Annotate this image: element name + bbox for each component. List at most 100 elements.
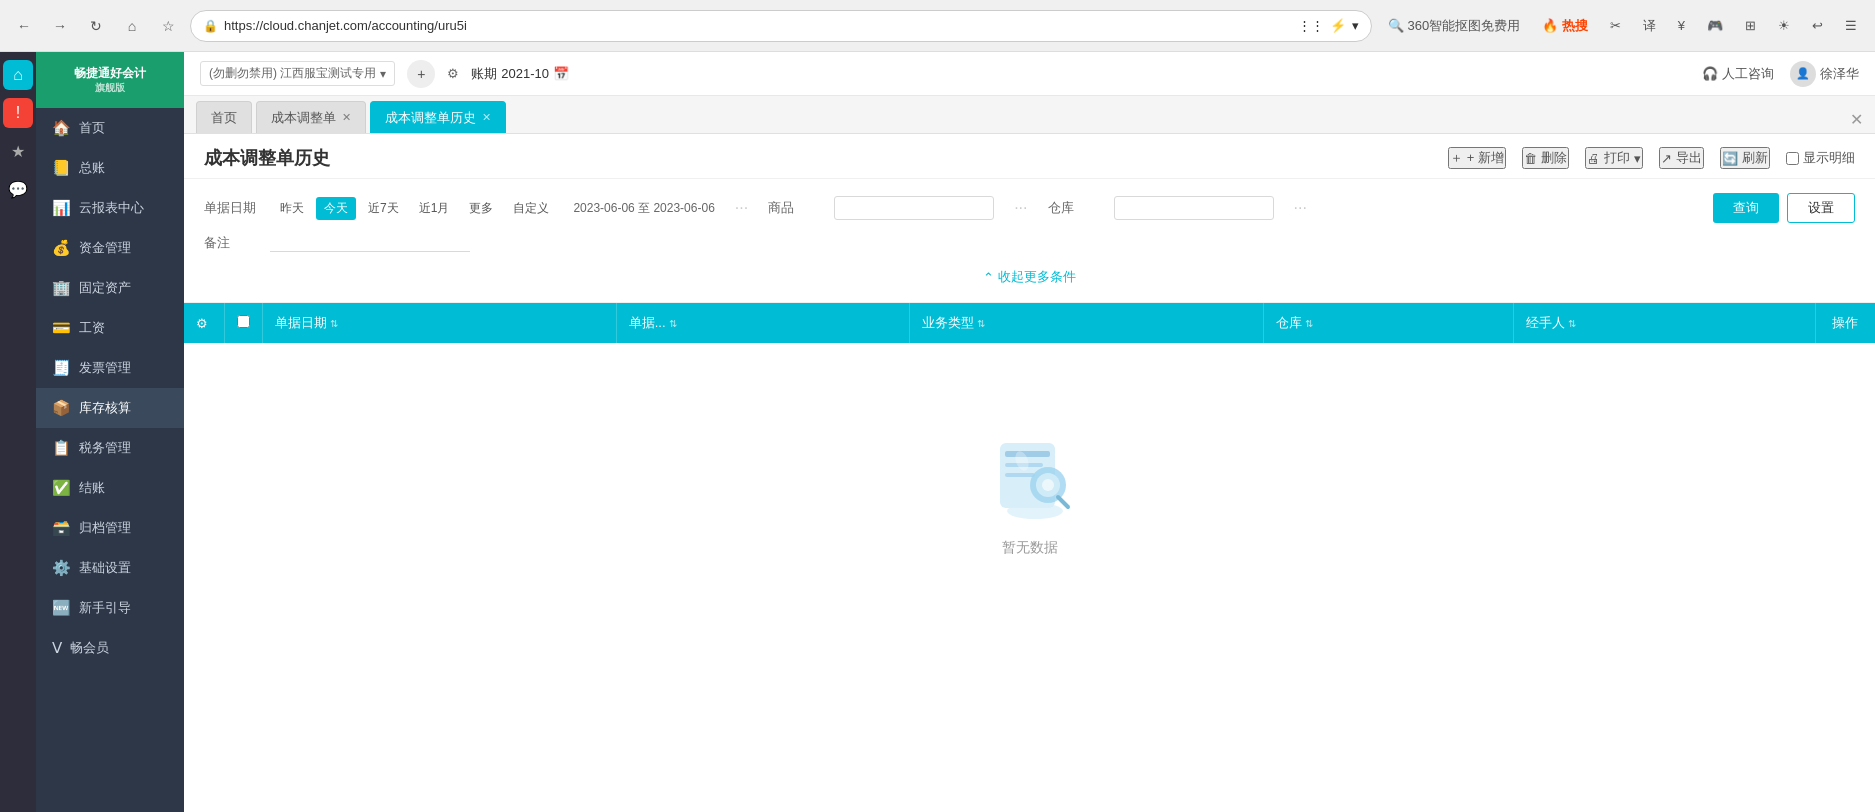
search-btn[interactable]: 🔍 360智能抠图免费用 [1380, 13, 1528, 39]
sidebar-item-funds[interactable]: 💰 资金管理 [36, 228, 184, 268]
back-button[interactable]: ← [10, 12, 38, 40]
account-period: 账期 2021-10 📅 [471, 65, 569, 83]
home-button[interactable]: ⌂ [118, 12, 146, 40]
sidebar-item-inventory[interactable]: 📦 库存核算 [36, 388, 184, 428]
date-btn-custom[interactable]: 自定义 [505, 197, 557, 220]
translate-btn[interactable]: 译 [1635, 13, 1664, 39]
settings-button[interactable]: 设置 [1787, 193, 1855, 223]
settings-icon: ⚙️ [52, 559, 71, 577]
salary-icon: 💳 [52, 319, 71, 337]
warehouse-filter-input[interactable] [1114, 196, 1274, 220]
date-btn-today[interactable]: 今天 [316, 197, 356, 220]
date-btn-more[interactable]: 更多 [461, 197, 501, 220]
sidebar-item-salary[interactable]: 💳 工资 [36, 308, 184, 348]
bookmark-button[interactable]: ☆ [154, 12, 182, 40]
icon-bar-home[interactable]: ⌂ [3, 60, 33, 90]
tab-cost-adjust-close[interactable]: ✕ [342, 111, 351, 124]
menu-btn[interactable]: ☰ [1837, 14, 1865, 37]
period-value: 2021-10 [501, 66, 549, 81]
sidebar-item-invoice[interactable]: 🧾 发票管理 [36, 348, 184, 388]
sidebar-label-guide: 新手引导 [79, 599, 131, 617]
query-button[interactable]: 查询 [1713, 193, 1779, 223]
sort-arrows-biztype[interactable]: ⇅ [977, 318, 985, 329]
top-bar-right: 🎧 人工咨询 👤 徐泽华 [1702, 61, 1859, 87]
collapse-button[interactable]: ⌃ 收起更多条件 [204, 262, 1855, 292]
delete-button[interactable]: 🗑 删除 [1522, 147, 1569, 169]
date-btn-yesterday[interactable]: 昨天 [272, 197, 312, 220]
sidebar-logo: 畅捷通好会计 旗舰版 [36, 52, 184, 108]
note-filter-input[interactable] [270, 233, 470, 252]
th-biztype: 业务类型 ⇅ [909, 303, 1263, 343]
sidebar-item-archive[interactable]: 🗃️ 归档管理 [36, 508, 184, 548]
browser-bar: ← → ↻ ⌂ ☆ 🔒 https://cloud.chanjet.com/ac… [0, 0, 1875, 52]
close-accounts-icon: ✅ [52, 479, 71, 497]
tab-home[interactable]: 首页 [196, 101, 252, 133]
th-date: 单据日期 ⇅ [262, 303, 616, 343]
sidebar-item-settings[interactable]: ⚙️ 基础设置 [36, 548, 184, 588]
print-button[interactable]: 🖨 打印 ▾ [1585, 147, 1643, 169]
sidebar-item-assets[interactable]: 🏢 固定资产 [36, 268, 184, 308]
date-btn-1month[interactable]: 近1月 [411, 197, 458, 220]
refresh-button[interactable]: 🔄 刷新 [1720, 147, 1770, 169]
goods-filter-input[interactable] [834, 196, 994, 220]
tab-cost-history-close[interactable]: ✕ [482, 111, 491, 124]
add-button[interactable]: ＋ + 新增 [1448, 147, 1506, 169]
user-info[interactable]: 👤 徐泽华 [1790, 61, 1859, 87]
wallet-btn[interactable]: ¥ [1670, 14, 1693, 37]
date-filter-label: 单据日期 [204, 199, 256, 217]
window-close-button[interactable]: ✕ [1850, 110, 1863, 129]
sidebar-item-guide[interactable]: 🆕 新手引导 [36, 588, 184, 628]
sidebar-item-reports[interactable]: 📊 云报表中心 [36, 188, 184, 228]
sort-arrows-handler[interactable]: ⇅ [1568, 318, 1576, 329]
light-btn[interactable]: ☀ [1770, 14, 1798, 37]
svg-line-8 [1058, 497, 1068, 507]
icon-bar-star[interactable]: ★ [3, 136, 33, 166]
sidebar-label-close: 结账 [79, 479, 105, 497]
sort-arrows-date[interactable]: ⇅ [330, 318, 338, 329]
sidebar-item-vip[interactable]: Ⅴ 畅会员 [36, 628, 184, 668]
service-button[interactable]: 🎧 人工咨询 [1702, 65, 1774, 83]
company-dropdown-icon: ▾ [380, 67, 386, 81]
tab-cost-adjust[interactable]: 成本调整单 ✕ [256, 101, 366, 133]
display-checkbox[interactable] [1786, 152, 1799, 165]
select-all-checkbox[interactable] [237, 315, 250, 328]
page-actions: ＋ + 新增 🗑 删除 🖨 打印 ▾ ↗ 导出 [1448, 147, 1855, 169]
add-tab-button[interactable]: + [407, 60, 435, 88]
grid-btn[interactable]: ⊞ [1737, 14, 1764, 37]
sidebar-item-home[interactable]: 🏠 首页 [36, 108, 184, 148]
export-button[interactable]: ↗ 导出 [1659, 147, 1704, 169]
reload-button[interactable]: ↻ [82, 12, 110, 40]
date-btn-7days[interactable]: 近7天 [360, 197, 407, 220]
refresh-label: 刷新 [1742, 149, 1768, 167]
forward-button[interactable]: → [46, 12, 74, 40]
icon-bar-chat[interactable]: 💬 [3, 174, 33, 204]
note-filter-label: 备注 [204, 234, 254, 252]
th-checkbox[interactable] [224, 303, 262, 343]
game-btn[interactable]: 🎮 [1699, 14, 1731, 37]
tab-cost-history[interactable]: 成本调整单历史 ✕ [370, 101, 506, 133]
th-handler: 经手人 ⇅ [1513, 303, 1815, 343]
sort-arrows-warehouse[interactable]: ⇅ [1305, 318, 1313, 329]
address-bar[interactable]: 🔒 https://cloud.chanjet.com/accounting/u… [190, 10, 1372, 42]
sort-arrows-voucher[interactable]: ⇅ [669, 318, 677, 329]
sidebar-item-ledger[interactable]: 📒 总账 [36, 148, 184, 188]
calendar-icon[interactable]: 📅 [553, 66, 569, 81]
filter-area: 单据日期 昨天 今天 近7天 近1月 更多 自定义 2023-06-06 至 2… [184, 179, 1875, 303]
company-selector[interactable]: (勿删勿禁用) 江西服宝测试专用 ▾ [200, 61, 395, 86]
lock-icon: 🔒 [203, 19, 218, 33]
print-label: 打印 [1604, 149, 1630, 167]
settings-gear-icon[interactable]: ⚙ [447, 66, 459, 81]
page-title: 成本调整单历史 [204, 146, 330, 170]
hot-search-btn[interactable]: 🔥 热搜 [1534, 13, 1596, 39]
undo-btn[interactable]: ↩ [1804, 14, 1831, 37]
lightning-icon: ⚡ [1330, 18, 1346, 33]
sidebar-label-reports: 云报表中心 [79, 199, 144, 217]
tab-cost-history-label: 成本调整单历史 [385, 109, 476, 127]
refresh-icon: 🔄 [1722, 151, 1738, 166]
display-toggle[interactable]: 显示明细 [1786, 149, 1855, 167]
sidebar-item-close[interactable]: ✅ 结账 [36, 468, 184, 508]
sidebar-item-tax[interactable]: 📋 税务管理 [36, 428, 184, 468]
th-gear[interactable]: ⚙ [184, 303, 224, 343]
scissors-btn[interactable]: ✂ [1602, 14, 1629, 37]
icon-bar-alert[interactable]: ! [3, 98, 33, 128]
